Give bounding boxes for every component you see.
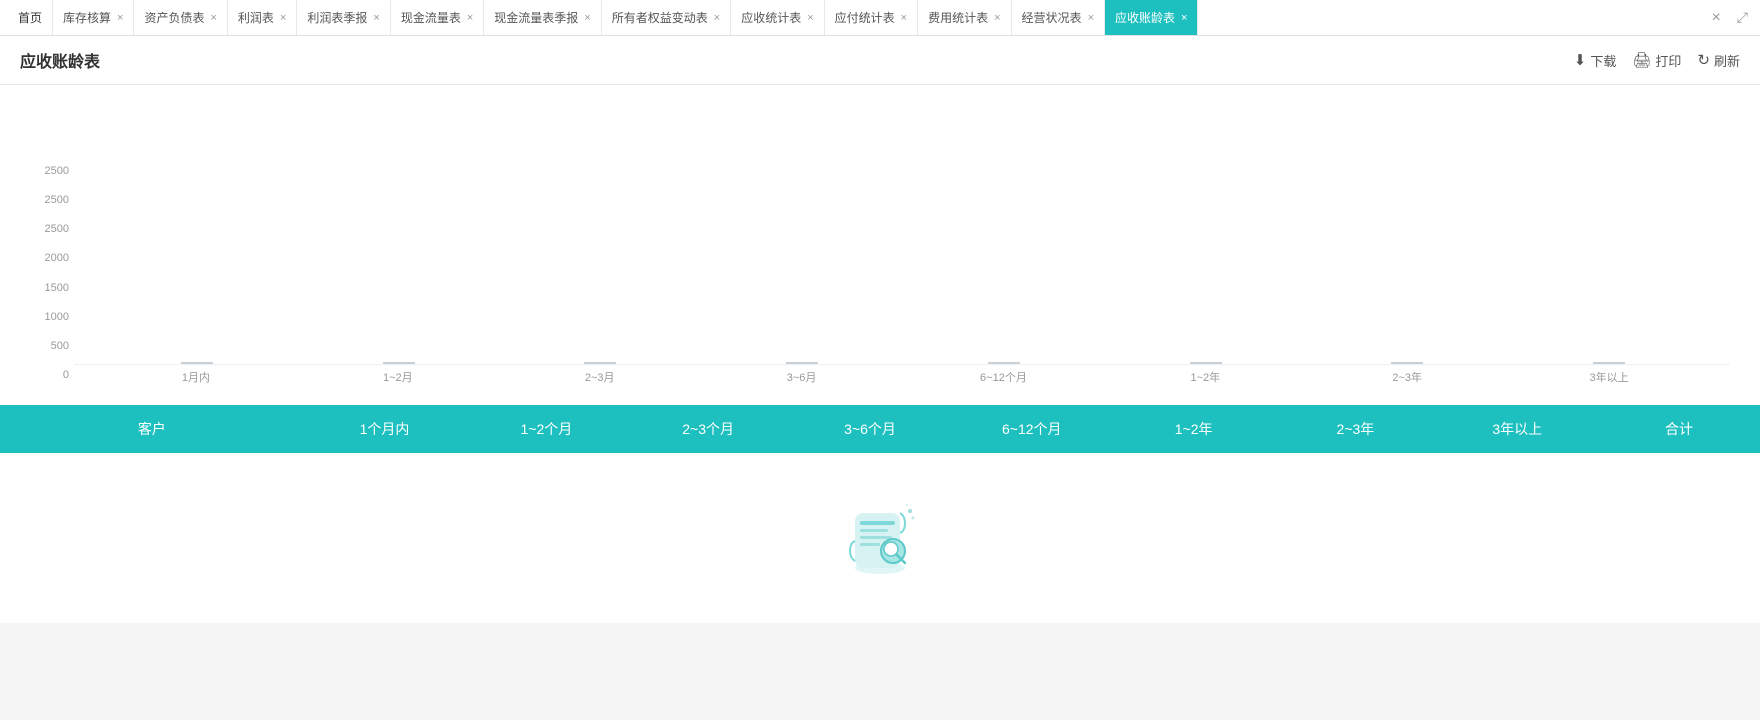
tab-bar: 首页库存核算×资产负债表×利润表×利润表季报×现金流量表×现金流量表季报×所有者…: [0, 0, 1760, 36]
print-button[interactable]: 🖨 打印: [1632, 51, 1681, 70]
tab-close-cashflow[interactable]: ×: [467, 12, 473, 24]
tab-profit[interactable]: 利润表 ×: [228, 0, 297, 36]
tab-balance[interactable]: 资产负债表 ×: [134, 0, 227, 36]
tab-label-inventory: 库存核算: [63, 9, 111, 26]
chart-bar[interactable]: [988, 362, 1020, 364]
chart-bar[interactable]: [181, 362, 213, 364]
download-icon: ⬇: [1574, 51, 1587, 69]
header-actions: ⬇ 下载 🖨 打印 ↻ 刷新: [1574, 51, 1740, 70]
x-label: 1~2月: [297, 369, 499, 385]
y-label: 2000: [30, 252, 69, 264]
close-window-icon[interactable]: ×: [1707, 5, 1724, 31]
print-icon: 🖨: [1632, 51, 1651, 69]
chart-grid-bars: [75, 364, 1730, 365]
tab-close-expense-stat[interactable]: ×: [994, 12, 1000, 24]
chart-bar[interactable]: [1190, 362, 1222, 364]
tab-operation[interactable]: 经营状况表 ×: [1012, 0, 1105, 36]
chart-bar[interactable]: [383, 362, 415, 364]
tab-home[interactable]: 首页: [8, 0, 53, 36]
chart-x-labels: 1月内1~2月2~3月3~6月6~12个月1~2年2~3年3年以上: [75, 369, 1730, 385]
y-label: 2500: [30, 223, 69, 235]
table-col-header-3: 2~3个月: [627, 405, 789, 453]
x-label: 3年以上: [1508, 369, 1710, 385]
maximize-window-icon[interactable]: ⤢: [1733, 5, 1752, 30]
table-header: 客户1个月内1~2个月2~3个月3~6个月6~12个月1~2年2~3年3年以上合…: [0, 405, 1760, 453]
tab-close-ar-aging[interactable]: ×: [1181, 12, 1187, 24]
grid-line: [76, 364, 1730, 365]
refresh-button[interactable]: ↻ 刷新: [1697, 51, 1740, 70]
tab-close-ap-stat[interactable]: ×: [901, 12, 907, 24]
table-col-header-7: 2~3年: [1275, 405, 1437, 453]
y-label: 1000: [30, 311, 69, 323]
tab-label-ar-aging: 应收账龄表: [1115, 9, 1175, 26]
tab-close-profit[interactable]: ×: [280, 12, 286, 24]
chart-bar[interactable]: [786, 362, 818, 364]
tab-close-ar-stat[interactable]: ×: [807, 12, 813, 24]
tab-close-profit-quarterly[interactable]: ×: [373, 12, 379, 24]
x-label: 2~3年: [1306, 369, 1508, 385]
tab-cashflow-quarterly[interactable]: 现金流量表季报 ×: [484, 0, 601, 36]
y-label: 2500: [30, 165, 69, 177]
refresh-icon: ↻: [1697, 51, 1710, 69]
download-button[interactable]: ⬇ 下载: [1574, 51, 1617, 70]
table-col-header-2: 1~2个月: [465, 405, 627, 453]
table-col-header-1: 1个月内: [304, 405, 466, 453]
tab-label-equity: 所有者权益变动表: [612, 9, 708, 26]
x-label: 2~3月: [499, 369, 701, 385]
window-controls: × ⤢: [1707, 5, 1752, 31]
x-label: 1月内: [95, 369, 297, 385]
tab-label-ar-stat: 应收统计表: [741, 9, 801, 26]
chart-inner: 1月内1~2月2~3月3~6月6~12个月1~2年2~3年3年以上: [75, 364, 1730, 385]
tab-label-cashflow: 现金流量表: [401, 9, 461, 26]
table-col-header-0: 客户: [0, 405, 304, 453]
table-col-header-9: 合计: [1598, 405, 1760, 453]
tab-close-balance[interactable]: ×: [210, 12, 216, 24]
main-content: 2500 2500 2500 2000 1500 1000 500 0 1月内1~2月2~3月…: [0, 85, 1760, 623]
x-label: 6~12个月: [903, 369, 1105, 385]
chart-container: 2500 2500 2500 2000 1500 1000 500 0 1月内1~2月2~3月…: [30, 105, 1730, 385]
tab-ap-stat[interactable]: 应付统计表 ×: [825, 0, 918, 36]
chart-y-axis: 2500 2500 2500 2000 1500 1000 500 0: [30, 165, 75, 385]
y-label: 1500: [30, 282, 69, 294]
tab-label-home: 首页: [18, 9, 42, 26]
tab-label-ap-stat: 应付统计表: [835, 9, 895, 26]
tab-label-profit-quarterly: 利润表季报: [307, 9, 367, 26]
tab-expense-stat[interactable]: 费用统计表 ×: [918, 0, 1011, 36]
table-col-header-6: 1~2年: [1113, 405, 1275, 453]
empty-state: [0, 453, 1760, 623]
tab-close-operation[interactable]: ×: [1088, 12, 1094, 24]
tab-cashflow[interactable]: 现金流量表 ×: [391, 0, 484, 36]
x-label: 1~2年: [1104, 369, 1306, 385]
y-label: 0: [30, 369, 69, 381]
tab-label-operation: 经营状况表: [1022, 9, 1082, 26]
page-header: 应收账龄表 ⬇ 下载 🖨 打印 ↻ 刷新: [0, 36, 1760, 85]
y-label: 500: [30, 340, 69, 352]
y-label: 2500: [30, 194, 69, 206]
chart-bar[interactable]: [1391, 362, 1423, 364]
table-col-header-4: 3~6个月: [789, 405, 951, 453]
tab-ar-stat[interactable]: 应收统计表 ×: [731, 0, 824, 36]
table-col-header-8: 3年以上: [1436, 405, 1598, 453]
tab-close-cashflow-quarterly[interactable]: ×: [584, 12, 590, 24]
tab-label-expense-stat: 费用统计表: [928, 9, 988, 26]
chart-area: 2500 2500 2500 2000 1500 1000 500 0 1月内1~2月2~3月…: [0, 85, 1760, 405]
table-col-header-5: 6~12个月: [951, 405, 1113, 453]
chart-bar[interactable]: [584, 362, 616, 364]
tab-label-cashflow-quarterly: 现金流量表季报: [494, 9, 578, 26]
tab-close-equity[interactable]: ×: [714, 12, 720, 24]
tab-inventory[interactable]: 库存核算 ×: [53, 0, 134, 36]
tab-profit-quarterly[interactable]: 利润表季报 ×: [297, 0, 390, 36]
tab-label-profit: 利润表: [238, 9, 274, 26]
tab-ar-aging[interactable]: 应收账龄表 ×: [1105, 0, 1198, 36]
x-label: 3~6月: [701, 369, 903, 385]
tab-label-balance: 资产负债表: [144, 9, 204, 26]
tab-equity[interactable]: 所有者权益变动表 ×: [602, 0, 731, 36]
page-title: 应收账龄表: [20, 48, 100, 72]
tab-close-inventory[interactable]: ×: [117, 12, 123, 24]
chart-bar[interactable]: [1593, 362, 1625, 364]
empty-illustration: [835, 493, 925, 583]
